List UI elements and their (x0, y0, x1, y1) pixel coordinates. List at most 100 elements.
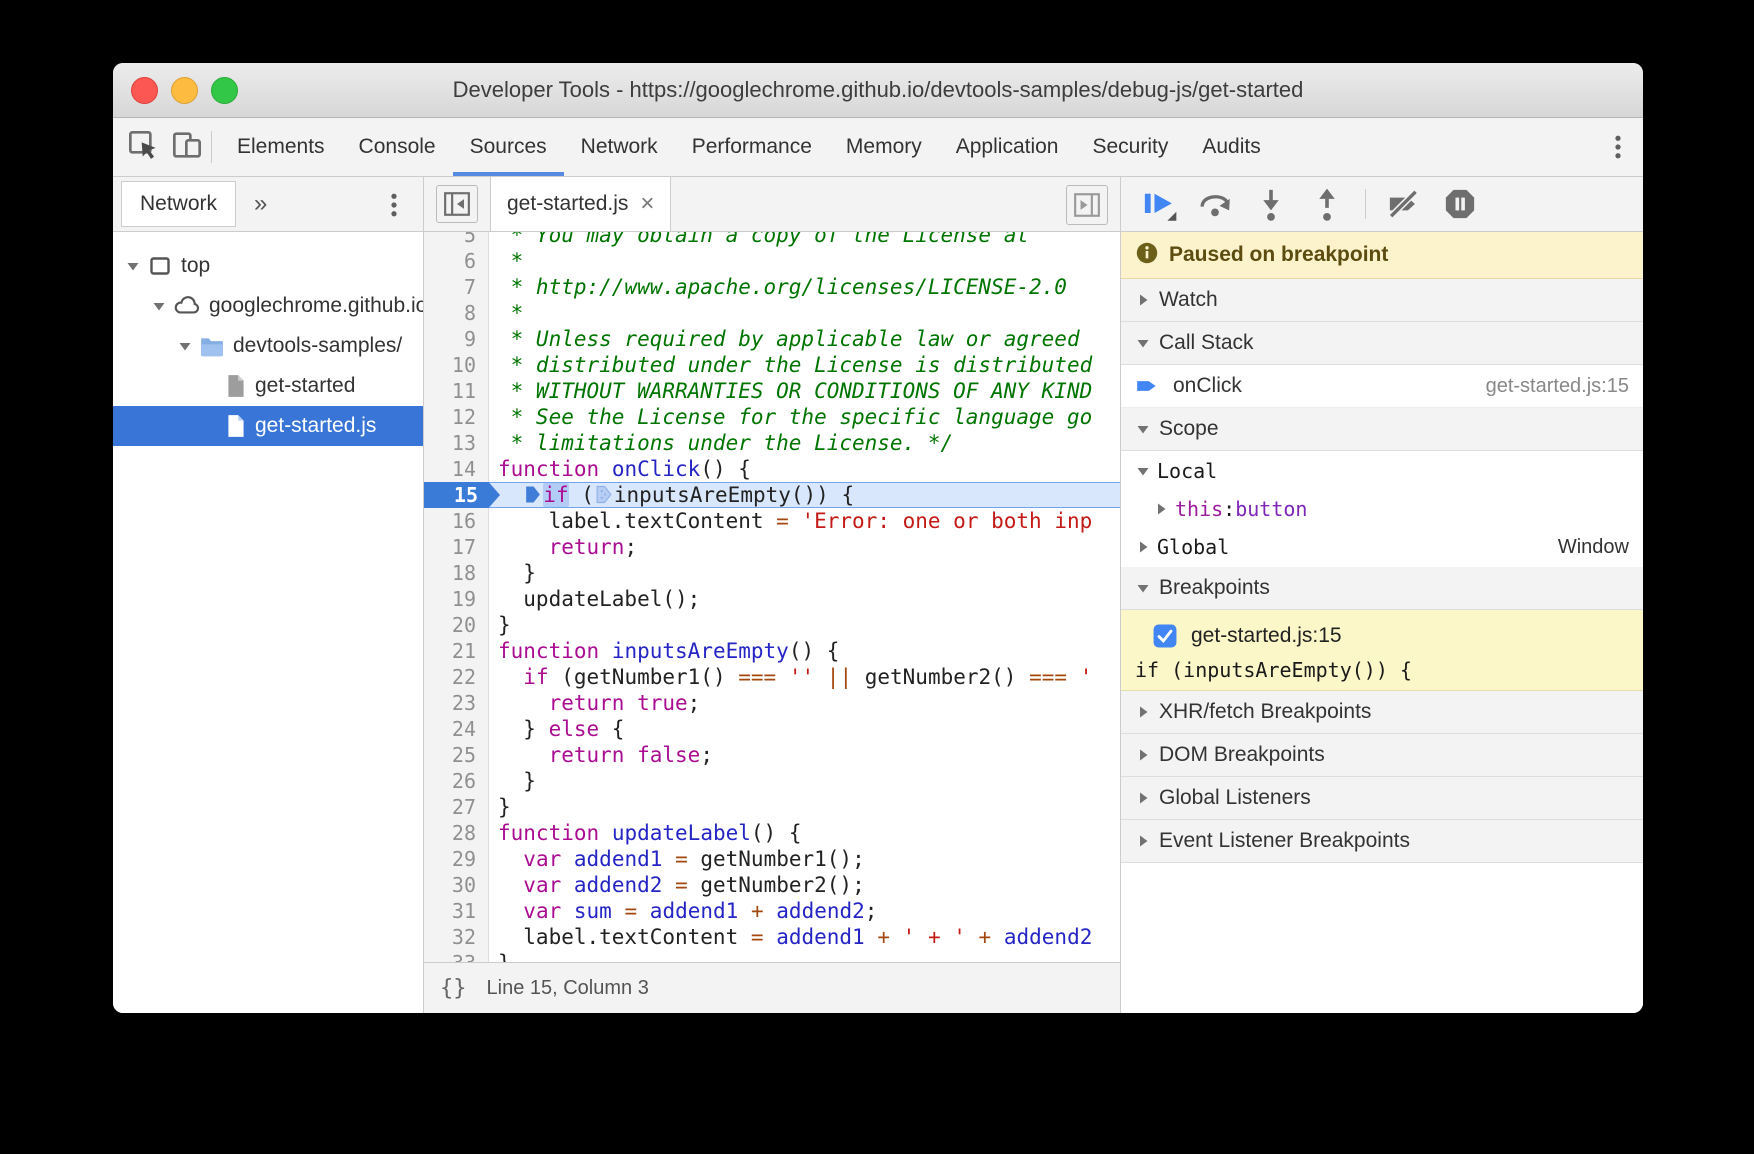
code-line-text[interactable]: return true; (488, 690, 700, 716)
code-line-text[interactable]: * Unless required by applicable law or a… (488, 326, 1080, 352)
code-line-text[interactable]: * WITHOUT WARRANTIES OR CONDITIONS OF AN… (488, 378, 1092, 404)
code-line-text[interactable]: return; (488, 534, 637, 560)
line-number-18[interactable]: 18 (424, 560, 488, 586)
code-line-text[interactable]: * http://www.apache.org/licenses/LICENSE… (488, 274, 1067, 300)
tree-item-googlechrome-github-io[interactable]: googlechrome.github.io (113, 286, 423, 326)
code-line-28[interactable]: 28function updateLabel() { (424, 820, 1120, 846)
code-line-21[interactable]: 21function inputsAreEmpty() { (424, 638, 1120, 664)
line-number-10[interactable]: 10 (424, 352, 488, 378)
tree-item-devtools-samples-[interactable]: devtools-samples/ (113, 326, 423, 366)
minimize-button[interactable] (171, 77, 198, 104)
section-header-event-listener-breakpoints[interactable]: Event Listener Breakpoints (1121, 820, 1643, 863)
section-header-watch[interactable]: Watch (1121, 279, 1643, 322)
code-line-text[interactable]: * You may obtain a copy of the License a… (488, 232, 1029, 248)
code-line-text[interactable]: return false; (488, 742, 713, 768)
close-tab-icon[interactable]: × (640, 192, 654, 216)
device-toolbar-icon[interactable] (171, 129, 203, 166)
devtools-menu-button[interactable] (1605, 118, 1631, 176)
close-button[interactable] (131, 77, 158, 104)
section-header-scope[interactable]: Scope (1121, 408, 1643, 451)
code-line-12[interactable]: 12 * See the License for the specific la… (424, 404, 1120, 430)
line-number-31[interactable]: 31 (424, 898, 488, 924)
disclosure-triangle-icon[interactable] (123, 257, 143, 275)
tab-console[interactable]: Console (342, 118, 453, 176)
line-number-26[interactable]: 26 (424, 768, 488, 794)
section-header-xhr-fetch-breakpoints[interactable]: XHR/fetch Breakpoints (1121, 691, 1643, 734)
line-number-5[interactable]: 5 (424, 232, 488, 248)
code-line-26[interactable]: 26 } (424, 768, 1120, 794)
zoom-button[interactable] (211, 77, 238, 104)
line-number-33[interactable]: 33 (424, 950, 488, 962)
code-line-text[interactable]: } (488, 950, 511, 962)
collapse-navigator-button[interactable] (436, 185, 478, 223)
line-number-11[interactable]: 11 (424, 378, 488, 404)
line-number-15[interactable]: 15 (424, 482, 500, 508)
tree-item-top[interactable]: top (113, 246, 423, 286)
code-line-22[interactable]: 22 if (getNumber1() === '' || getNumber2… (424, 664, 1120, 690)
code-line-text[interactable]: if (getNumber1() === '' || getNumber2() … (488, 664, 1092, 690)
code-line-text[interactable]: function onClick() { (488, 456, 751, 482)
code-line-text[interactable]: * limitations under the License. */ (488, 430, 953, 456)
section-header-global-listeners[interactable]: Global Listeners (1121, 777, 1643, 820)
code-line-9[interactable]: 9 * Unless required by applicable law or… (424, 326, 1120, 352)
code-line-text[interactable]: label.textContent = addend1 + ' + ' + ad… (488, 924, 1092, 950)
disclosure-triangle-icon[interactable] (175, 337, 195, 355)
line-number-6[interactable]: 6 (424, 248, 488, 274)
pretty-print-button[interactable]: {} (424, 976, 487, 1001)
code-line-text[interactable]: function updateLabel() { (488, 820, 801, 846)
code-line-15[interactable]: 15 if (inputsAreEmpty()) { (424, 482, 1120, 508)
code-line-text[interactable]: var addend1 = getNumber1(); (488, 846, 865, 872)
tab-network[interactable]: Network (564, 118, 675, 176)
open-drawer-button[interactable] (1066, 185, 1108, 225)
tab-network-navigator[interactable]: Network (121, 181, 236, 227)
code-line-text[interactable]: updateLabel(); (488, 586, 700, 612)
code-line-text[interactable]: function inputsAreEmpty() { (488, 638, 839, 664)
code-line-text[interactable]: * distributed under the License is distr… (488, 352, 1092, 378)
section-header-call-stack[interactable]: Call Stack (1121, 322, 1643, 365)
tree-item-get-started[interactable]: get-started (113, 366, 423, 406)
line-number-19[interactable]: 19 (424, 586, 488, 612)
line-number-24[interactable]: 24 (424, 716, 488, 742)
code-line-16[interactable]: 16 label.textContent = 'Error: one or bo… (424, 508, 1120, 534)
tab-performance[interactable]: Performance (675, 118, 829, 176)
code-line-27[interactable]: 27} (424, 794, 1120, 820)
code-line-13[interactable]: 13 * limitations under the License. */ (424, 430, 1120, 456)
code-line-text[interactable]: if (inputsAreEmpty()) { (488, 482, 854, 508)
line-number-23[interactable]: 23 (424, 690, 488, 716)
line-number-27[interactable]: 27 (424, 794, 488, 820)
inspect-element-icon[interactable] (127, 129, 159, 166)
code-line-25[interactable]: 25 return false; (424, 742, 1120, 768)
line-number-22[interactable]: 22 (424, 664, 488, 690)
code-line-5[interactable]: 5 * You may obtain a copy of the License… (424, 232, 1120, 248)
line-number-8[interactable]: 8 (424, 300, 488, 326)
code-line-8[interactable]: 8 * (424, 300, 1120, 326)
code-line-text[interactable]: label.textContent = 'Error: one or both … (488, 508, 1092, 534)
line-number-17[interactable]: 17 (424, 534, 488, 560)
scope-group-local[interactable]: Local (1121, 451, 1643, 491)
section-header-dom-breakpoints[interactable]: DOM Breakpoints (1121, 734, 1643, 777)
line-number-14[interactable]: 14 (424, 456, 488, 482)
tree-item-get-started-js[interactable]: get-started.js (113, 406, 423, 446)
code-line-20[interactable]: 20} (424, 612, 1120, 638)
code-line-text[interactable]: } (488, 768, 536, 794)
step-out-button[interactable] (1309, 186, 1345, 222)
code-line-7[interactable]: 7 * http://www.apache.org/licenses/LICEN… (424, 274, 1120, 300)
code-line-19[interactable]: 19 updateLabel(); (424, 586, 1120, 612)
line-number-7[interactable]: 7 (424, 274, 488, 300)
line-number-29[interactable]: 29 (424, 846, 488, 872)
code-line-14[interactable]: 14function onClick() { (424, 456, 1120, 482)
more-tabs-button[interactable]: » (254, 190, 267, 218)
call-stack-frame-onclick[interactable]: onClickget-started.js:15 (1121, 365, 1643, 408)
code-line-text[interactable]: var sum = addend1 + addend2; (488, 898, 877, 924)
tab-elements[interactable]: Elements (220, 118, 342, 176)
line-number-32[interactable]: 32 (424, 924, 488, 950)
line-number-21[interactable]: 21 (424, 638, 488, 664)
code-line-text[interactable]: var addend2 = getNumber2(); (488, 872, 865, 898)
code-line-32[interactable]: 32 label.textContent = addend1 + ' + ' +… (424, 924, 1120, 950)
code-line-23[interactable]: 23 return true; (424, 690, 1120, 716)
code-line-11[interactable]: 11 * WITHOUT WARRANTIES OR CONDITIONS OF… (424, 378, 1120, 404)
code-editor[interactable]: 5 * You may obtain a copy of the License… (424, 232, 1120, 962)
breakpoint-checkbox[interactable] (1153, 624, 1177, 648)
tab-memory[interactable]: Memory (829, 118, 939, 176)
scope-variable-this[interactable]: this: button (1121, 491, 1643, 527)
